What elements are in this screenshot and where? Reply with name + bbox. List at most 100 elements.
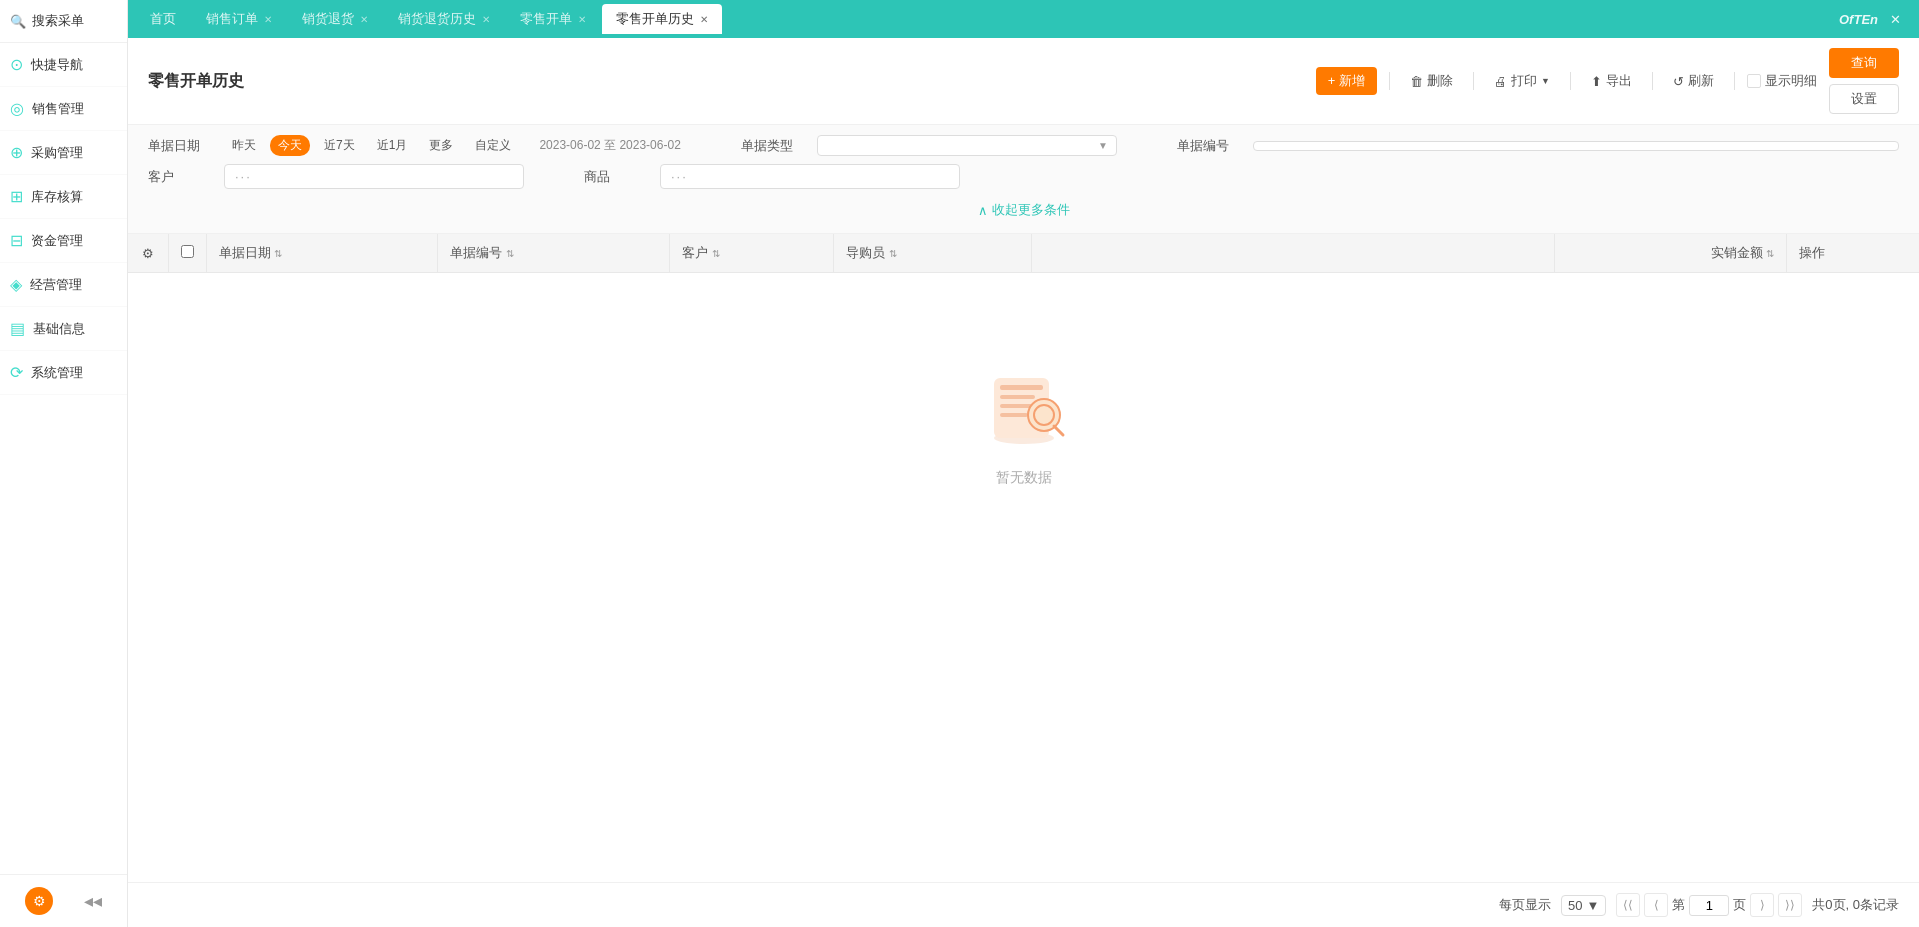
toolbar: + 新增 🗑 删除 🖨 打印 ▼ ⬆ 导出 <box>1316 48 1899 114</box>
delete-button[interactable]: 🗑 删除 <box>1402 68 1461 94</box>
tab-sales-return-label: 销货退货 <box>302 10 354 28</box>
tab-sales-return-history-label: 销货退货历史 <box>398 10 476 28</box>
tab-sales-return-history[interactable]: 销货退货历史 ✕ <box>384 4 504 34</box>
sys-mgmt-icon: ⟳ <box>10 363 23 382</box>
print-label: 打印 <box>1511 72 1537 90</box>
th-date[interactable]: 单据日期 ⇅ <box>206 234 438 273</box>
date-option-today[interactable]: 今天 <box>270 135 310 156</box>
add-button[interactable]: + 新增 <box>1316 67 1377 95</box>
type-select[interactable]: ▼ <box>817 135 1117 156</box>
checkbox-box <box>1747 74 1761 88</box>
tab-retail-open-close[interactable]: ✕ <box>578 14 586 25</box>
filter-area: 单据日期 昨天 今天 近7天 近1月 更多 自定义 2023-06-02 至 2… <box>128 125 1919 234</box>
divider2 <box>1473 72 1474 90</box>
collapse-filter-label: 收起更多条件 <box>992 201 1070 219</box>
tab-sales-return[interactable]: 销货退货 ✕ <box>288 4 382 34</box>
th-amount-label: 实销金额 <box>1711 245 1763 260</box>
divider5 <box>1734 72 1735 90</box>
page-first-btn[interactable]: ⟨⟨ <box>1616 893 1640 917</box>
select-all-checkbox[interactable] <box>181 245 194 258</box>
sidebar-search-label: 搜索采单 <box>32 12 84 30</box>
page-input[interactable] <box>1689 895 1729 916</box>
page-next-btn[interactable]: ⟩ <box>1750 893 1774 917</box>
per-page-value: 50 <box>1568 898 1582 913</box>
date-option-last1month[interactable]: 近1月 <box>369 135 416 156</box>
purchase-mgmt-icon: ⊕ <box>10 143 23 162</box>
goods-input[interactable]: ··· <box>660 164 960 189</box>
th-customer[interactable]: 客户 ⇅ <box>670 234 834 273</box>
display-detail-label: 显示明细 <box>1765 72 1817 90</box>
delete-icon: 🗑 <box>1410 74 1423 89</box>
settings-button[interactable]: ⚙ <box>25 887 53 915</box>
date-option-more[interactable]: 更多 <box>421 135 461 156</box>
tab-sales-return-close[interactable]: ✕ <box>360 14 368 25</box>
query-button[interactable]: 查询 <box>1829 48 1899 78</box>
date-option-last7days[interactable]: 近7天 <box>316 135 363 156</box>
tab-retail-history-close[interactable]: ✕ <box>700 14 708 25</box>
display-detail-checkbox[interactable]: 显示明细 <box>1747 72 1817 90</box>
export-icon: ⬆ <box>1591 74 1602 89</box>
sidebar-item-purchase-mgmt[interactable]: ⊕ 采购管理 <box>0 131 127 175</box>
th-check[interactable] <box>168 234 206 273</box>
th-action: 操作 <box>1787 234 1919 273</box>
tab-sales-order[interactable]: 销售订单 ✕ <box>192 4 286 34</box>
export-label: 导出 <box>1606 72 1632 90</box>
sidebar-item-quick-nav[interactable]: ⊙ 快捷导航 <box>0 43 127 87</box>
sidebar-item-finance[interactable]: ⊟ 资金管理 <box>0 219 127 263</box>
date-option-custom[interactable]: 自定义 <box>467 135 519 156</box>
th-gear[interactable]: ⚙ <box>128 234 168 273</box>
refresh-icon: ↺ <box>1673 74 1684 89</box>
top-right: OfTEn ✕ <box>1839 12 1911 27</box>
th-spacer <box>1032 234 1555 273</box>
sidebar-item-operation[interactable]: ◈ 经营管理 <box>0 263 127 307</box>
refresh-label: 刷新 <box>1688 72 1714 90</box>
page-nav: ⟨⟨ ⟨ 第 页 ⟩ ⟩⟩ <box>1616 893 1802 917</box>
customer-input[interactable]: ··· <box>224 164 524 189</box>
date-option-yesterday[interactable]: 昨天 <box>224 135 264 156</box>
per-page-label: 每页显示 <box>1499 896 1551 914</box>
sidebar-item-label: 经营管理 <box>30 276 82 294</box>
sidebar: 🔍 搜索采单 ⊙ 快捷导航 ◎ 销售管理 ⊕ 采购管理 ⊞ 库存核算 ⊟ 资金管… <box>0 0 128 927</box>
filter-row-2: 客户 ··· 商品 ··· <box>148 164 1899 189</box>
goods-label: 商品 <box>584 168 640 186</box>
per-page-select[interactable]: 50 ▼ <box>1561 895 1606 916</box>
print-button[interactable]: 🖨 打印 ▼ <box>1486 68 1558 94</box>
delete-label: 删除 <box>1427 72 1453 90</box>
table-container: ⚙ 单据日期 ⇅ 单据编号 ⇅ 客户 <box>128 234 1919 882</box>
tab-home[interactable]: 首页 <box>136 4 190 34</box>
th-no[interactable]: 单据编号 ⇅ <box>438 234 670 273</box>
page-label-post: 页 <box>1733 896 1746 914</box>
tab-sales-order-close[interactable]: ✕ <box>264 14 272 25</box>
empty-text: 暂无数据 <box>996 469 1052 487</box>
th-guide[interactable]: 导购员 ⇅ <box>834 234 1032 273</box>
collapse-sidebar-button[interactable]: ◂◂ <box>84 890 102 912</box>
quick-nav-icon: ⊙ <box>10 55 23 74</box>
sidebar-bottom: ⚙ ◂◂ <box>0 874 127 927</box>
docno-input[interactable] <box>1253 141 1899 151</box>
per-page-dropdown-icon: ▼ <box>1586 898 1599 913</box>
collapse-up-icon: ∧ <box>978 203 988 218</box>
docno-label: 单据编号 <box>1177 137 1233 155</box>
sidebar-item-sys-mgmt[interactable]: ⟳ 系统管理 <box>0 351 127 395</box>
filter-row-1: 单据日期 昨天 今天 近7天 近1月 更多 自定义 2023-06-02 至 2… <box>148 135 1899 156</box>
th-customer-label: 客户 <box>682 245 708 260</box>
collapse-filter-btn[interactable]: ∧ 收起更多条件 <box>148 197 1899 223</box>
page-prev-btn[interactable]: ⟨ <box>1644 893 1668 917</box>
tab-retail-open[interactable]: 零售开单 ✕ <box>506 4 600 34</box>
tab-sales-return-history-close[interactable]: ✕ <box>482 14 490 25</box>
tab-retail-history[interactable]: 零售开单历史 ✕ <box>602 4 722 34</box>
total-label: 共0页, 0条记录 <box>1812 896 1899 914</box>
main-content: 首页 销售订单 ✕ 销货退货 ✕ 销货退货历史 ✕ 零售开单 ✕ 零售开单历史 … <box>128 0 1919 927</box>
sidebar-item-inventory[interactable]: ⊞ 库存核算 <box>0 175 127 219</box>
sidebar-item-sales-mgmt[interactable]: ◎ 销售管理 <box>0 87 127 131</box>
export-button[interactable]: ⬆ 导出 <box>1583 68 1640 94</box>
refresh-button[interactable]: ↺ 刷新 <box>1665 68 1722 94</box>
th-amount[interactable]: 实销金额 ⇅ <box>1555 234 1787 273</box>
goods-dots: ··· <box>671 169 688 184</box>
setting-button[interactable]: 设置 <box>1829 84 1899 114</box>
sidebar-search[interactable]: 🔍 搜索采单 <box>0 0 127 43</box>
sidebar-item-basic-info[interactable]: ▤ 基础信息 <box>0 307 127 351</box>
tab-retail-history-label: 零售开单历史 <box>616 10 694 28</box>
window-close-button[interactable]: ✕ <box>1890 12 1901 27</box>
page-last-btn[interactable]: ⟩⟩ <box>1778 893 1802 917</box>
